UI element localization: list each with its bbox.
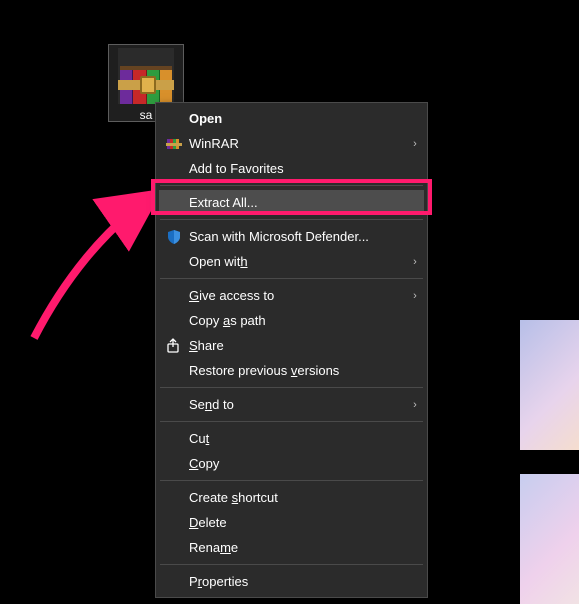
submenu-arrow-icon: › (406, 399, 424, 411)
menu-item-extract-all[interactable]: Extract All... (159, 190, 424, 215)
menu-item-restore-versions[interactable]: Restore previous versions (159, 358, 424, 383)
menu-label: Send to (189, 397, 406, 412)
menu-item-properties[interactable]: Properties (159, 569, 424, 594)
menu-label: Create shortcut (189, 490, 406, 505)
menu-item-create-shortcut[interactable]: Create shortcut (159, 485, 424, 510)
menu-separator (160, 278, 423, 279)
menu-separator (160, 480, 423, 481)
menu-item-open[interactable]: Open (159, 106, 424, 131)
menu-label: Open with (189, 254, 406, 269)
menu-item-scan-defender[interactable]: Scan with Microsoft Defender... (159, 224, 424, 249)
menu-label: Delete (189, 515, 406, 530)
context-menu: Open WinRAR › Add to Favorites Extract A… (155, 102, 428, 598)
menu-item-copy[interactable]: Copy (159, 451, 424, 476)
shield-icon (159, 229, 189, 245)
menu-item-winrar[interactable]: WinRAR › (159, 131, 424, 156)
menu-label: Properties (189, 574, 406, 589)
menu-label: Copy (189, 456, 406, 471)
menu-item-open-with[interactable]: Open with › (159, 249, 424, 274)
menu-separator (160, 219, 423, 220)
menu-label: Copy as path (189, 313, 406, 328)
submenu-arrow-icon: › (406, 138, 424, 150)
menu-separator (160, 185, 423, 186)
menu-item-add-to-favorites[interactable]: Add to Favorites (159, 156, 424, 181)
menu-item-delete[interactable]: Delete (159, 510, 424, 535)
annotation-arrow (24, 180, 174, 350)
menu-separator (160, 387, 423, 388)
menu-item-share[interactable]: Share (159, 333, 424, 358)
winrar-archive-icon (118, 48, 174, 104)
menu-label: Open (189, 111, 406, 126)
menu-label: Add to Favorites (189, 161, 406, 176)
share-icon (159, 338, 189, 354)
menu-item-give-access-to[interactable]: Give access to › (159, 283, 424, 308)
submenu-arrow-icon: › (406, 290, 424, 302)
menu-label: Restore previous versions (189, 363, 406, 378)
winrar-icon (159, 136, 189, 152)
menu-item-cut[interactable]: Cut (159, 426, 424, 451)
menu-item-send-to[interactable]: Send to › (159, 392, 424, 417)
menu-label: WinRAR (189, 136, 406, 151)
menu-item-copy-as-path[interactable]: Copy as path (159, 308, 424, 333)
background-window-1 (520, 320, 579, 450)
menu-label: Extract All... (189, 195, 406, 210)
submenu-arrow-icon: › (406, 256, 424, 268)
menu-separator (160, 564, 423, 565)
menu-label: Cut (189, 431, 406, 446)
menu-separator (160, 421, 423, 422)
background-window-2 (520, 474, 579, 604)
menu-label: Give access to (189, 288, 406, 303)
menu-item-rename[interactable]: Rename (159, 535, 424, 560)
menu-label: Rename (189, 540, 406, 555)
menu-label: Share (189, 338, 406, 353)
menu-label: Scan with Microsoft Defender... (189, 229, 406, 244)
